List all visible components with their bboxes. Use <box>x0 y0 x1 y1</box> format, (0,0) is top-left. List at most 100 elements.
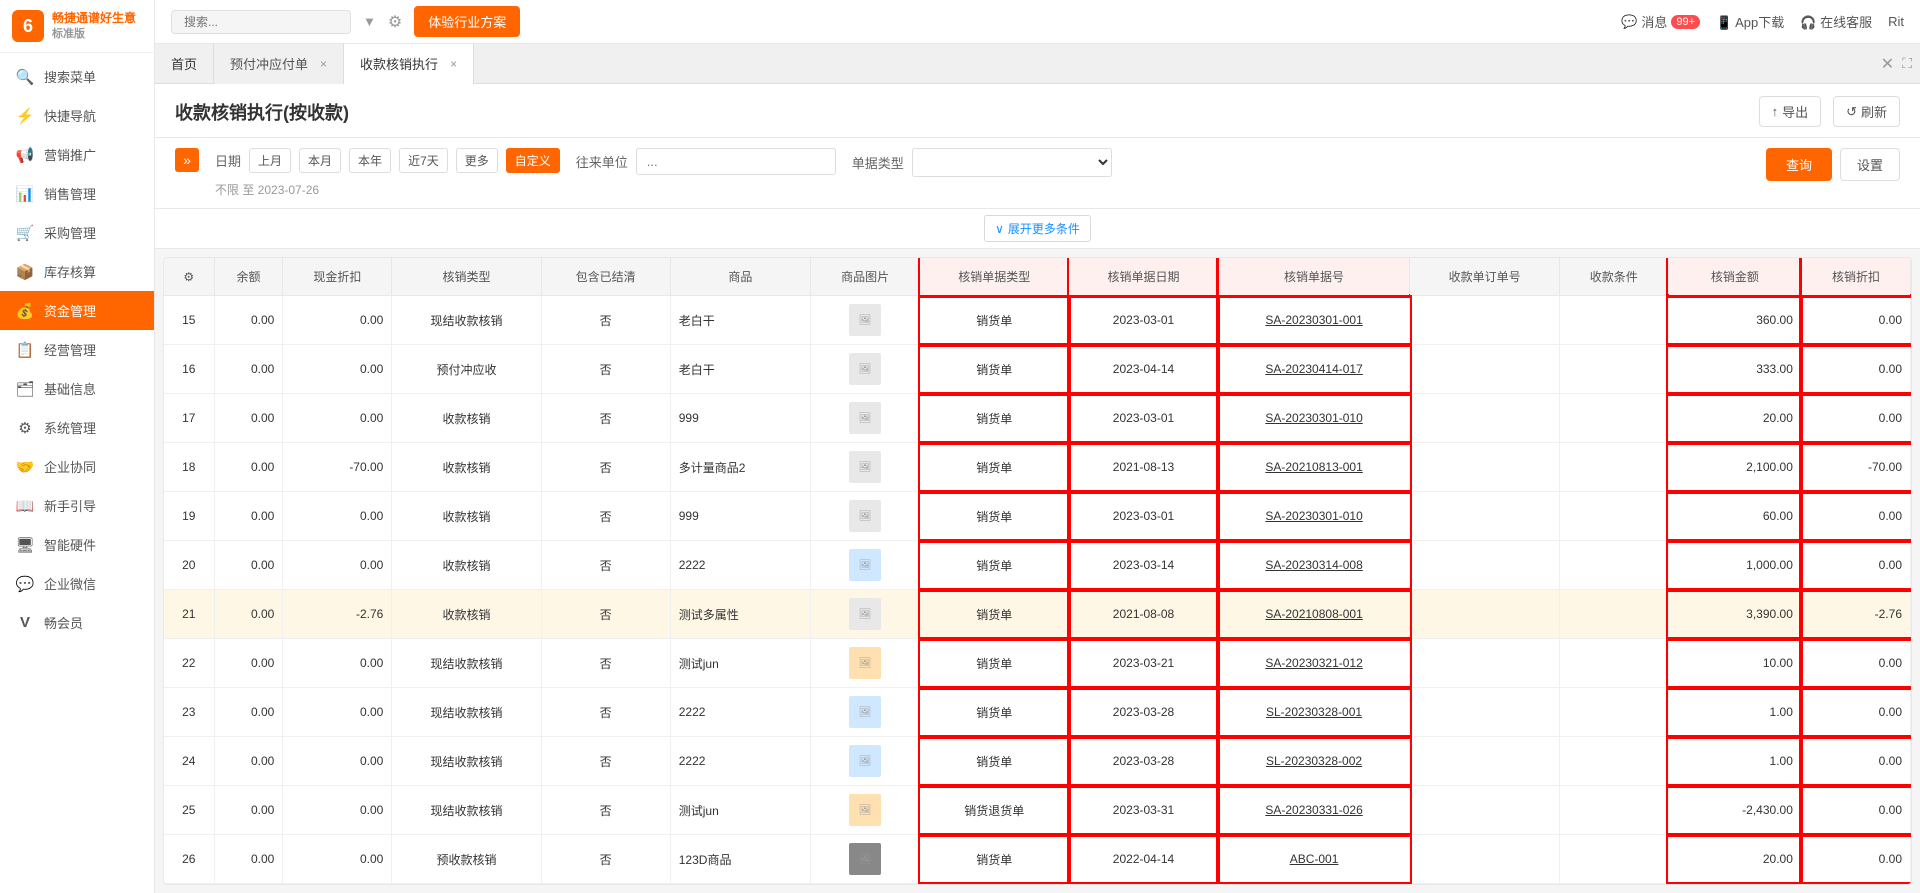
col-receipt-order: 收款单订单号 <box>1410 258 1559 296</box>
table-row: 19 0.00 0.00 收款核销 否 999 🖼 销货单 2023-03-01… <box>164 492 1911 541</box>
row-doc-no[interactable]: SA-20230301-001 <box>1218 296 1410 345</box>
sidebar-item-search[interactable]: 🔍搜索菜单 <box>0 57 154 96</box>
date-btn-more[interactable]: 更多 <box>456 148 498 173</box>
message-area[interactable]: 💬 消息 99+ <box>1621 12 1700 31</box>
user-name[interactable]: Rit <box>1888 14 1904 29</box>
tab-expand-icon[interactable]: ⛶ <box>1902 55 1912 72</box>
settings-gear-icon[interactable]: ⚙ <box>388 12 402 32</box>
row-doc-no[interactable]: SA-20230301-010 <box>1218 492 1410 541</box>
solution-button[interactable]: 体验行业方案 <box>414 6 520 37</box>
sidebar-item-wechat[interactable]: 💬企业微信 <box>0 564 154 603</box>
table-row: 17 0.00 0.00 收款核销 否 999 🖼 销货单 2023-03-01… <box>164 394 1911 443</box>
col-gear[interactable]: ⚙ <box>164 258 214 296</box>
sidebar-item-purchase[interactable]: 🛒采购管理 <box>0 213 154 252</box>
filter-expand-arrow[interactable]: » <box>175 148 199 172</box>
row-amount: 2,100.00 <box>1668 443 1801 492</box>
row-doc-no[interactable]: SL-20230408-001 <box>1218 884 1410 886</box>
row-doc-no[interactable]: SA-20230414-017 <box>1218 345 1410 394</box>
row-balance: 0.00 <box>214 590 283 639</box>
row-doc-no[interactable]: SA-20230314-008 <box>1218 541 1410 590</box>
date-btn-custom[interactable]: 自定义 <box>506 148 560 173</box>
row-discount: 0.00 <box>1801 835 1910 884</box>
row-amount: 60.00 <box>1668 492 1801 541</box>
row-receipt-order <box>1410 541 1559 590</box>
sidebar-item-hardware[interactable]: 🖥智能硬件 <box>0 525 154 564</box>
sidebar-item-corp[interactable]: 🤝企业协同 <box>0 447 154 486</box>
row-included: 否 <box>541 835 670 884</box>
doc-type-filter-select[interactable] <box>912 148 1112 177</box>
sidebar-item-finance[interactable]: 💰资金管理 <box>0 291 154 330</box>
row-doc-no[interactable]: SA-20210813-001 <box>1218 443 1410 492</box>
product-image-thumb: 🖼 <box>849 451 881 483</box>
row-id: 23 <box>164 688 214 737</box>
sidebar-label-marketing: 营销推广 <box>44 145 96 164</box>
product-image-thumb: 🖼 <box>849 696 881 728</box>
query-button[interactable]: 查询 <box>1766 148 1832 181</box>
row-product-img: 🖼 <box>811 688 920 737</box>
table-row: 25 0.00 0.00 现结收款核销 否 测试jun 🖼 销货退货单 2023… <box>164 786 1911 835</box>
row-receipt-condition <box>1559 394 1668 443</box>
operation-icon: 📋 <box>16 341 34 359</box>
sidebar-item-system[interactable]: ⚙系统管理 <box>0 408 154 447</box>
row-amount: 1,000.00 <box>1668 541 1801 590</box>
row-doc-date: 2023-03-01 <box>1069 492 1218 541</box>
sidebar-item-guide[interactable]: 📖新手引导 <box>0 486 154 525</box>
date-btn-this-month[interactable]: 本月 <box>299 148 341 173</box>
export-button[interactable]: ↑ 导出 <box>1759 96 1822 127</box>
sidebar-item-vip[interactable]: V畅会员 <box>0 603 154 642</box>
sidebar-label-search: 搜索菜单 <box>44 67 96 86</box>
row-doc-date: 2023-03-31 <box>1069 786 1218 835</box>
row-balance: 0.00 <box>214 394 283 443</box>
row-receipt-order <box>1410 884 1559 886</box>
online-support-link[interactable]: 🎧 在线客服 <box>1800 12 1872 31</box>
filter-bar: » 日期 上月 本月 本年 近7天 更多 自定义 不限 至 2023-07-26… <box>155 138 1920 209</box>
row-balance: 0.00 <box>214 541 283 590</box>
tab-close-icon[interactable]: ✕ <box>1881 54 1894 74</box>
inventory-icon: 📦 <box>16 263 34 281</box>
unit-filter-input[interactable] <box>636 148 836 175</box>
row-included: 否 <box>541 737 670 786</box>
row-discount: 0.00 <box>1801 296 1910 345</box>
sidebar-item-marketing[interactable]: 📢 营销推广 <box>0 135 154 174</box>
sidebar-item-base[interactable]: 🗂基础信息 <box>0 369 154 408</box>
sidebar-item-operation[interactable]: 📋经营管理 <box>0 330 154 369</box>
tab-prepay[interactable]: 预付冲应付单 × <box>214 44 344 84</box>
row-id: 22 <box>164 639 214 688</box>
sidebar-label-quicknav: 快捷导航 <box>44 106 96 125</box>
row-receipt-order <box>1410 786 1559 835</box>
row-doc-no[interactable]: SA-20230301-010 <box>1218 394 1410 443</box>
row-doc-no[interactable]: SL-20230328-001 <box>1218 688 1410 737</box>
app-download-link[interactable]: 📱 App下载 <box>1716 12 1784 31</box>
date-btn-7days[interactable]: 近7天 <box>399 148 448 173</box>
tab-prepay-close[interactable]: × <box>320 57 327 71</box>
dropdown-arrow-icon[interactable]: ▼ <box>363 14 376 29</box>
tab-receipt-close[interactable]: × <box>450 57 457 71</box>
row-product: 老白干 <box>670 296 810 345</box>
row-product: 2222 <box>670 737 810 786</box>
refresh-button[interactable]: ↺ 刷新 <box>1833 96 1900 127</box>
sidebar-item-inventory[interactable]: 📦库存核算 <box>0 252 154 291</box>
row-doc-no[interactable]: SA-20230331-026 <box>1218 786 1410 835</box>
row-product-img: 🖼 <box>811 443 920 492</box>
row-receipt-order <box>1410 394 1559 443</box>
row-product-img: 🖼 <box>811 492 920 541</box>
row-doc-no[interactable]: SL-20230328-002 <box>1218 737 1410 786</box>
date-btn-this-year[interactable]: 本年 <box>349 148 391 173</box>
row-receipt-condition <box>1559 541 1668 590</box>
sidebar-item-sales[interactable]: 📊销售管理 <box>0 174 154 213</box>
row-doc-no[interactable]: SA-20210808-001 <box>1218 590 1410 639</box>
marketing-icon: 📢 <box>16 146 34 164</box>
row-doc-no[interactable]: SA-20230321-012 <box>1218 639 1410 688</box>
row-doc-date: 2023-03-28 <box>1069 737 1218 786</box>
expand-more-button[interactable]: ∨ 展开更多条件 <box>984 215 1091 242</box>
top-search-input[interactable] <box>171 10 351 34</box>
tab-receipt[interactable]: 收款核销执行 × <box>344 44 474 84</box>
row-product: 多计量商品2 <box>670 443 810 492</box>
settings-button[interactable]: 设置 <box>1840 148 1900 181</box>
product-image-thumb: 🖼 <box>849 500 881 532</box>
tab-home[interactable]: 首页 <box>155 44 214 84</box>
row-doc-no[interactable]: ABC-001 <box>1218 835 1410 884</box>
date-btn-last-month[interactable]: 上月 <box>249 148 291 173</box>
sidebar-item-quicknav[interactable]: ⚡快捷导航 <box>0 96 154 135</box>
row-product-img: 🖼 <box>811 884 920 886</box>
